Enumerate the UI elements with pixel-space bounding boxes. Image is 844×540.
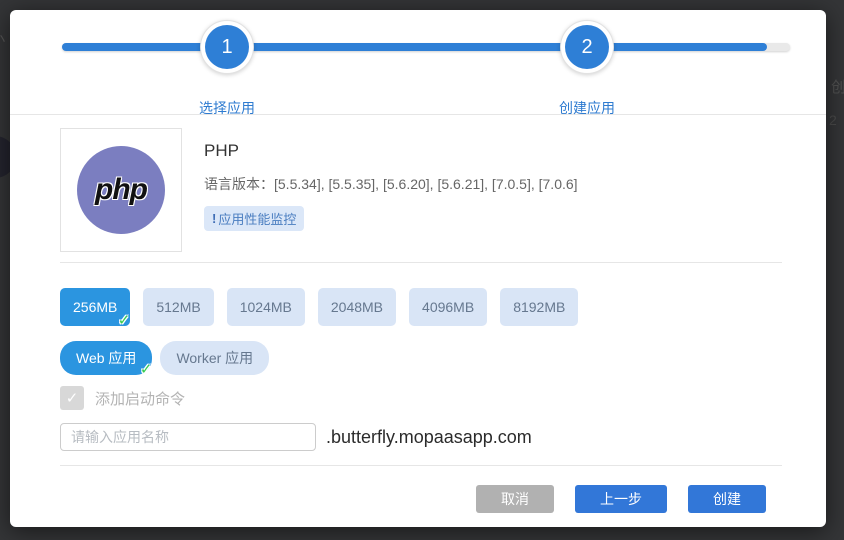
create-app-modal: 1 2 选择应用 创建应用 php PHP 语言版本：[5.5.34], [5.… — [10, 10, 826, 527]
memory-options-row: 256MB ✓ 512MB 1024MB 2048MB 4096MB 8192M… — [60, 288, 782, 329]
modal-content: php PHP 语言版本：[5.5.34], [5.5.35], [5.6.20… — [10, 115, 826, 513]
badge-label: 应用性能监控 — [218, 212, 297, 227]
wizard-stepper: 1 2 选择应用 创建应用 — [10, 10, 826, 118]
background-fragment-text: 2 — [829, 112, 837, 128]
previous-step-button[interactable]: 上一步 — [575, 485, 667, 513]
memory-option-8192mb[interactable]: 8192MB — [500, 288, 579, 326]
create-button[interactable]: 创建 — [688, 485, 766, 513]
memory-option-label: 8192MB — [513, 299, 566, 315]
startup-command-row[interactable]: ✓ 添加启动命令 — [60, 386, 782, 410]
step-2-circle[interactable]: 2 — [560, 20, 614, 74]
memory-option-512mb[interactable]: 512MB — [143, 288, 214, 326]
php-logo-text: php — [95, 173, 148, 206]
selected-app-section: php PHP 语言版本：[5.5.34], [5.5.35], [5.6.20… — [60, 115, 782, 263]
memory-option-1024mb[interactable]: 1024MB — [226, 288, 305, 326]
screen: { "stepper": { "steps": [ { "number": "1… — [0, 0, 844, 540]
check-icon: ✓ — [117, 312, 131, 329]
type-option-label: Worker 应用 — [176, 350, 254, 366]
app-card: php — [60, 128, 182, 252]
step-2-label[interactable]: 创建应用 — [527, 98, 647, 118]
memory-option-label: 256MB — [73, 299, 118, 315]
type-option-web[interactable]: Web 应用 ✓ — [60, 341, 153, 378]
domain-suffix: .butterfly.mopaasapp.com — [326, 426, 532, 447]
app-type-options-row: Web 应用 ✓ Worker 应用 — [60, 341, 782, 378]
step-2-number: 2 — [565, 25, 609, 69]
background-fragment-text: 创 — [831, 79, 844, 96]
type-option-label: Web 应用 — [76, 350, 137, 366]
cancel-button[interactable]: 取消 — [476, 485, 554, 513]
memory-option-label: 1024MB — [239, 299, 292, 315]
startup-command-label: 添加启动命令 — [95, 390, 186, 408]
modal-footer: 取消 上一步 创建 — [60, 465, 782, 513]
type-option-worker[interactable]: Worker 应用 — [160, 341, 270, 375]
check-icon: ✓ — [65, 390, 79, 407]
memory-option-4096mb[interactable]: 4096MB — [409, 288, 488, 326]
exclamation-icon: ! — [212, 211, 217, 226]
app-title: PHP — [204, 141, 239, 160]
performance-monitor-badge: ! 应用性能监控 — [204, 206, 305, 231]
memory-option-2048mb[interactable]: 2048MB — [317, 288, 397, 326]
app-versions: 语言版本：[5.5.34], [5.5.35], [5.6.20], [5.6.… — [204, 176, 578, 192]
app-name-row: .butterfly.mopaasapp.com — [60, 423, 782, 451]
step-1-label[interactable]: 选择应用 — [167, 98, 287, 118]
app-name-input[interactable] — [60, 423, 316, 451]
stepper-progress-bar — [62, 43, 767, 51]
check-icon: ✓ — [139, 361, 153, 378]
memory-option-label: 4096MB — [422, 299, 475, 315]
step-1-circle[interactable]: 1 — [200, 20, 254, 74]
memory-option-256mb[interactable]: 256MB ✓ — [60, 288, 131, 329]
stepper-track — [62, 43, 790, 51]
startup-command-checkbox[interactable]: ✓ — [60, 386, 84, 410]
php-logo-icon: php — [77, 146, 165, 234]
memory-option-label: 2048MB — [330, 299, 384, 315]
app-info: PHP 语言版本：[5.5.34], [5.5.35], [5.6.20], [… — [204, 128, 578, 252]
step-1-number: 1 — [205, 25, 249, 69]
memory-option-label: 512MB — [156, 299, 201, 315]
